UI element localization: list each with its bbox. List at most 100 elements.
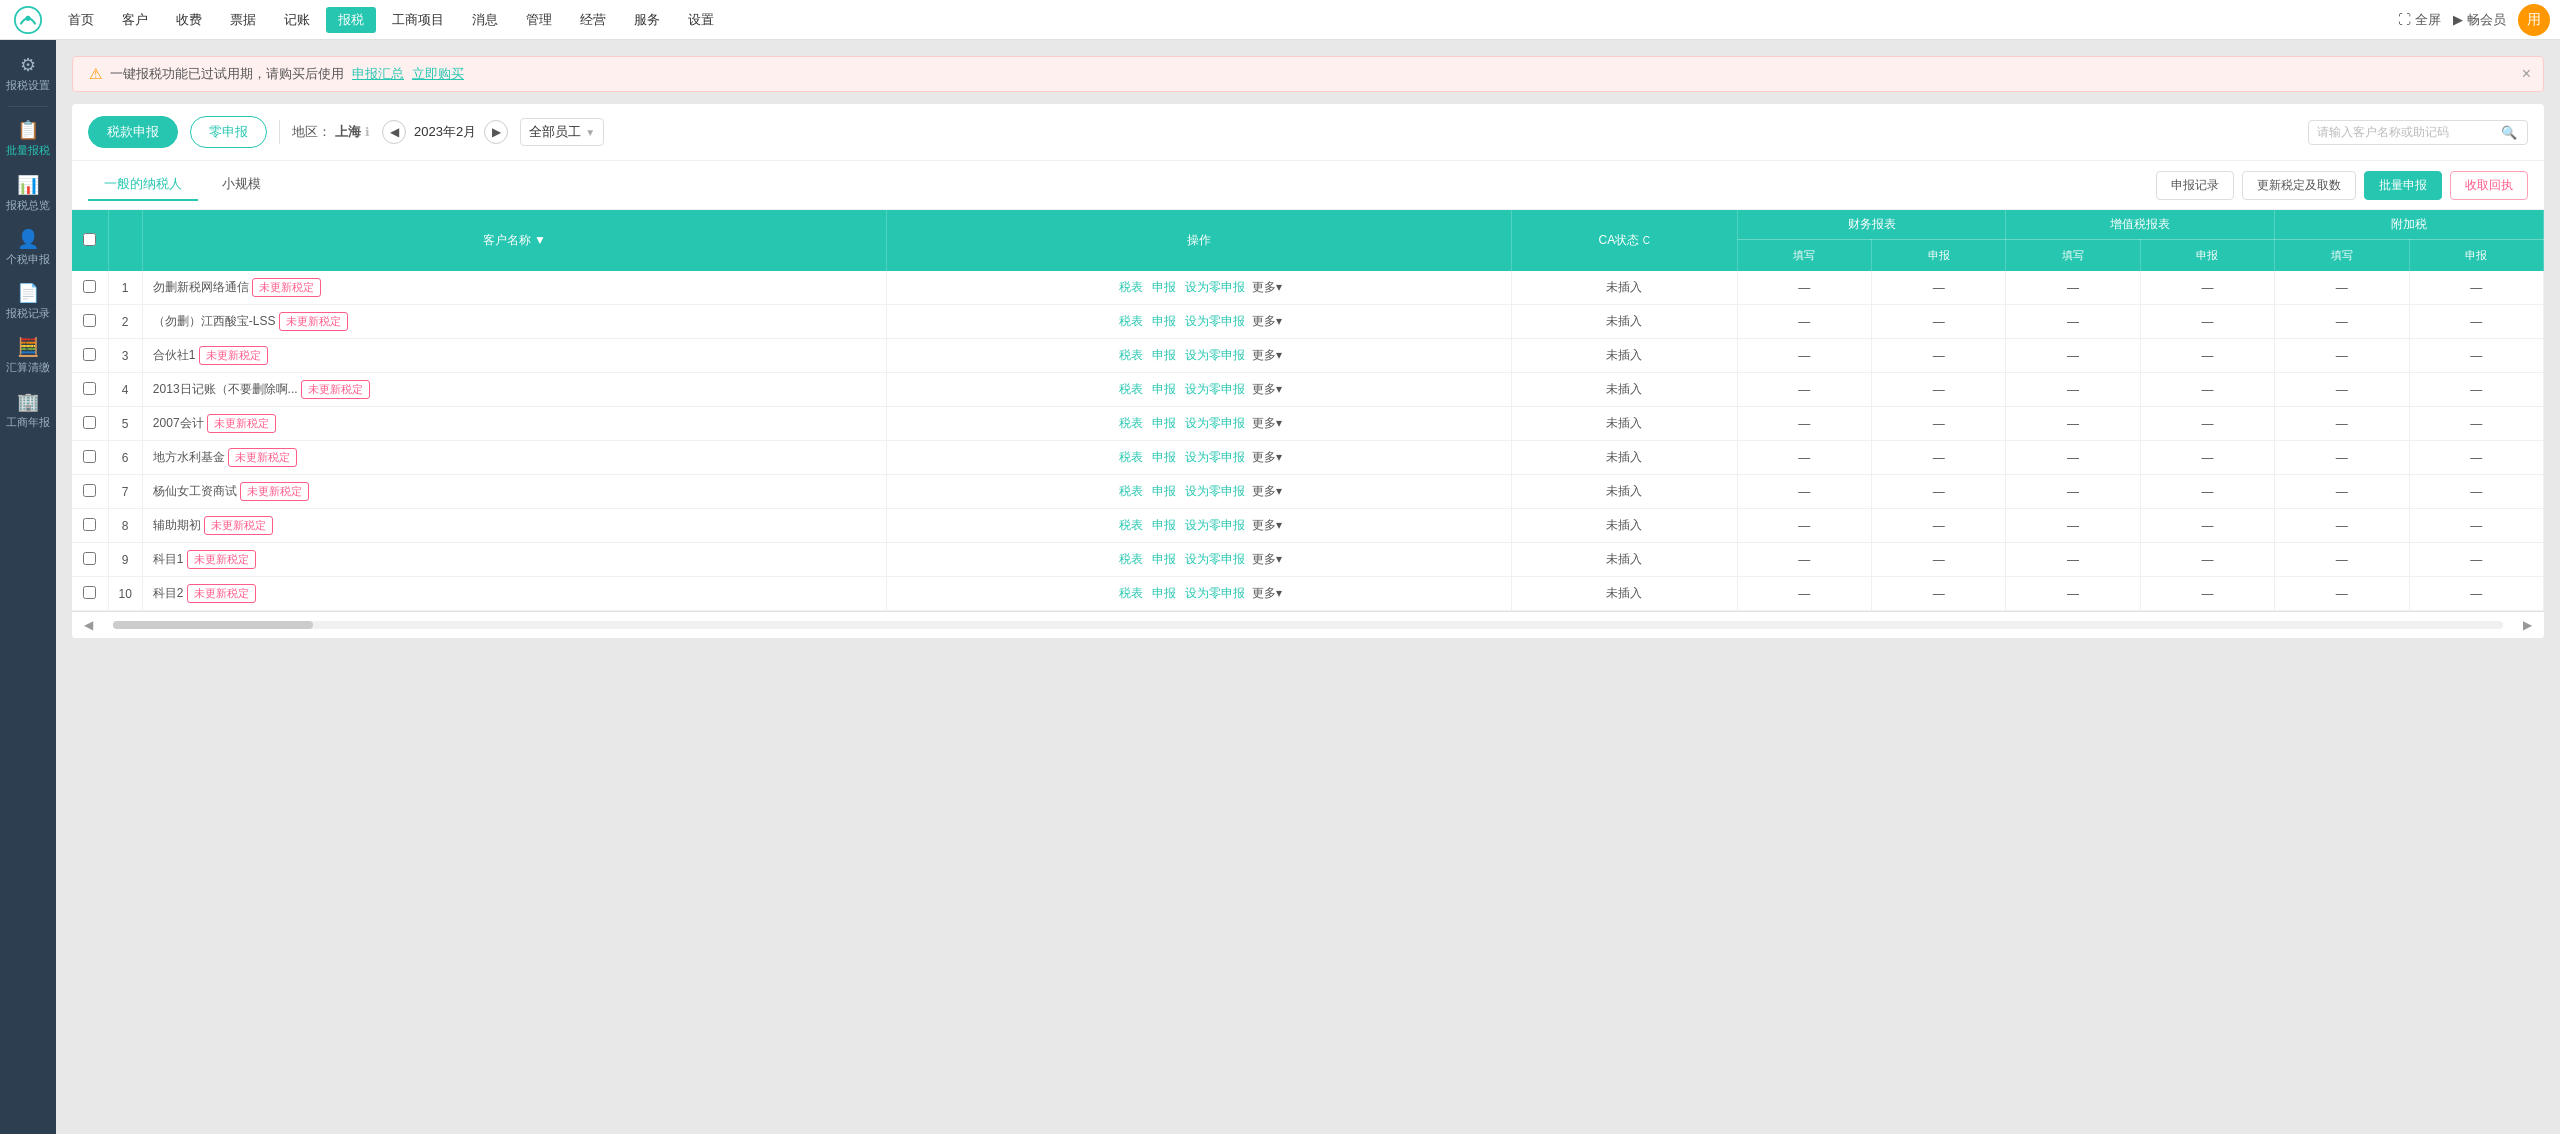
- user-avatar[interactable]: 用: [2518, 4, 2550, 36]
- op-more[interactable]: 更多▾: [1252, 586, 1282, 600]
- row-checkbox[interactable]: [83, 314, 96, 327]
- 税款申报-tab[interactable]: 税款申报: [88, 116, 178, 148]
- op-零申报[interactable]: 设为零申报: [1185, 382, 1245, 396]
- op-申报[interactable]: 申报: [1152, 280, 1176, 294]
- notice-close-btn[interactable]: ×: [2522, 65, 2531, 83]
- 申报汇总-link[interactable]: 申报汇总: [352, 65, 404, 83]
- select-all-checkbox[interactable]: [83, 233, 96, 246]
- op-more[interactable]: 更多▾: [1252, 314, 1282, 328]
- nav-item-票据[interactable]: 票据: [218, 7, 268, 33]
- op-零申报[interactable]: 设为零申报: [1185, 518, 1245, 532]
- staff-selector[interactable]: 全部员工 ▼: [520, 118, 604, 146]
- nav-item-设置[interactable]: 设置: [676, 7, 726, 33]
- op-more[interactable]: 更多▾: [1252, 484, 1282, 498]
- sidebar-item-汇算清缴[interactable]: 🧮汇算清缴: [2, 330, 54, 382]
- 小规模-tab[interactable]: 小规模: [206, 169, 277, 201]
- search-input[interactable]: [2317, 125, 2497, 139]
- 零申报-tab[interactable]: 零申报: [190, 116, 267, 148]
- op-税表[interactable]: 税表: [1119, 484, 1143, 498]
- op-零申报[interactable]: 设为零申报: [1185, 552, 1245, 566]
- op-税表[interactable]: 税表: [1119, 280, 1143, 294]
- op-税表[interactable]: 税表: [1119, 314, 1143, 328]
- op-申报[interactable]: 申报: [1152, 416, 1176, 430]
- op-more[interactable]: 更多▾: [1252, 416, 1282, 430]
- op-申报[interactable]: 申报: [1152, 552, 1176, 566]
- nav-item-管理[interactable]: 管理: [514, 7, 564, 33]
- nav-item-服务[interactable]: 服务: [622, 7, 672, 33]
- nav-item-收费[interactable]: 收费: [164, 7, 214, 33]
- nav-item-报税[interactable]: 报税: [326, 7, 376, 33]
- scroll-right-btn[interactable]: ▶: [2519, 618, 2536, 632]
- row-ops: 税表 申报 设为零申报 更多▾: [886, 339, 1511, 373]
- op-申报[interactable]: 申报: [1152, 586, 1176, 600]
- row-checkbox[interactable]: [83, 416, 96, 429]
- op-零申报[interactable]: 设为零申报: [1185, 314, 1245, 328]
- op-申报[interactable]: 申报: [1152, 484, 1176, 498]
- op-申报[interactable]: 申报: [1152, 348, 1176, 362]
- op-税表[interactable]: 税表: [1119, 348, 1143, 362]
- nav-item-消息[interactable]: 消息: [460, 7, 510, 33]
- row-checkbox[interactable]: [83, 586, 96, 599]
- scrollbar-thumb[interactable]: [113, 621, 313, 629]
- op-申报[interactable]: 申报: [1152, 382, 1176, 396]
- row-checkbox[interactable]: [83, 484, 96, 497]
- row-checkbox[interactable]: [83, 552, 96, 565]
- row-cw-fill: —: [1737, 509, 1871, 543]
- row-cw-report: —: [1872, 271, 2006, 305]
- nav-item-工商项目[interactable]: 工商项目: [380, 7, 456, 33]
- op-more[interactable]: 更多▾: [1252, 280, 1282, 294]
- op-税表[interactable]: 税表: [1119, 586, 1143, 600]
- sort-icon[interactable]: ▼: [534, 233, 546, 247]
- row-checkbox[interactable]: [83, 450, 96, 463]
- search-icon[interactable]: 🔍: [2501, 125, 2517, 140]
- nav-item-客户[interactable]: 客户: [110, 7, 160, 33]
- row-checkbox[interactable]: [83, 280, 96, 293]
- 立即购买-link[interactable]: 立即购买: [412, 65, 464, 83]
- scroll-left-btn[interactable]: ◀: [80, 618, 97, 632]
- 批量申报-btn[interactable]: 批量申报: [2364, 171, 2442, 200]
- op-申报[interactable]: 申报: [1152, 314, 1176, 328]
- 一般纳税人-tab[interactable]: 一般的纳税人: [88, 169, 198, 201]
- op-税表[interactable]: 税表: [1119, 382, 1143, 396]
- op-税表[interactable]: 税表: [1119, 450, 1143, 464]
- row-cw-fill: —: [1737, 373, 1871, 407]
- op-零申报[interactable]: 设为零申报: [1185, 416, 1245, 430]
- sidebar-item-个税申报[interactable]: 👤个税申报: [2, 222, 54, 274]
- main-layout: ⚙报税设置📋批量报税📊报税总览👤个税申报📄报税记录🧮汇算清缴🏢工商年报 ⚠ 一键…: [0, 40, 2560, 1134]
- nav-item-经营[interactable]: 经营: [568, 7, 618, 33]
- nav-item-记账[interactable]: 记账: [272, 7, 322, 33]
- row-cw-report: —: [1872, 407, 2006, 441]
- op-零申报[interactable]: 设为零申报: [1185, 484, 1245, 498]
- nav-item-首页[interactable]: 首页: [56, 7, 106, 33]
- row-checkbox[interactable]: [83, 348, 96, 361]
- row-checkbox[interactable]: [83, 382, 96, 395]
- op-more[interactable]: 更多▾: [1252, 348, 1282, 362]
- op-零申报[interactable]: 设为零申报: [1185, 586, 1245, 600]
- op-申报[interactable]: 申报: [1152, 450, 1176, 464]
- sidebar-item-报税记录[interactable]: 📄报税记录: [2, 276, 54, 328]
- member-btn[interactable]: ▶ 畅会员: [2453, 11, 2506, 29]
- sidebar-item-报税设置[interactable]: ⚙报税设置: [2, 48, 54, 100]
- op-申报[interactable]: 申报: [1152, 518, 1176, 532]
- sidebar-item-批量报税[interactable]: 📋批量报税: [2, 113, 54, 165]
- fullscreen-btn[interactable]: ⛶ 全屏: [2398, 11, 2441, 29]
- op-税表[interactable]: 税表: [1119, 416, 1143, 430]
- 申报记录-btn[interactable]: 申报记录: [2156, 171, 2234, 200]
- 收取回执-btn[interactable]: 收取回执: [2450, 171, 2528, 200]
- info-icon: ℹ: [365, 125, 370, 139]
- op-more[interactable]: 更多▾: [1252, 450, 1282, 464]
- op-more[interactable]: 更多▾: [1252, 382, 1282, 396]
- 更新税定及取数-btn[interactable]: 更新税定及取数: [2242, 171, 2356, 200]
- sidebar-item-报税总览[interactable]: 📊报税总览: [2, 168, 54, 220]
- op-税表[interactable]: 税表: [1119, 518, 1143, 532]
- op-零申报[interactable]: 设为零申报: [1185, 450, 1245, 464]
- period-prev-btn[interactable]: ◀: [382, 120, 406, 144]
- period-next-btn[interactable]: ▶: [484, 120, 508, 144]
- op-more[interactable]: 更多▾: [1252, 518, 1282, 532]
- sidebar-item-工商年报[interactable]: 🏢工商年报: [2, 385, 54, 437]
- op-more[interactable]: 更多▾: [1252, 552, 1282, 566]
- op-零申报[interactable]: 设为零申报: [1185, 280, 1245, 294]
- op-税表[interactable]: 税表: [1119, 552, 1143, 566]
- op-零申报[interactable]: 设为零申报: [1185, 348, 1245, 362]
- row-checkbox[interactable]: [83, 518, 96, 531]
